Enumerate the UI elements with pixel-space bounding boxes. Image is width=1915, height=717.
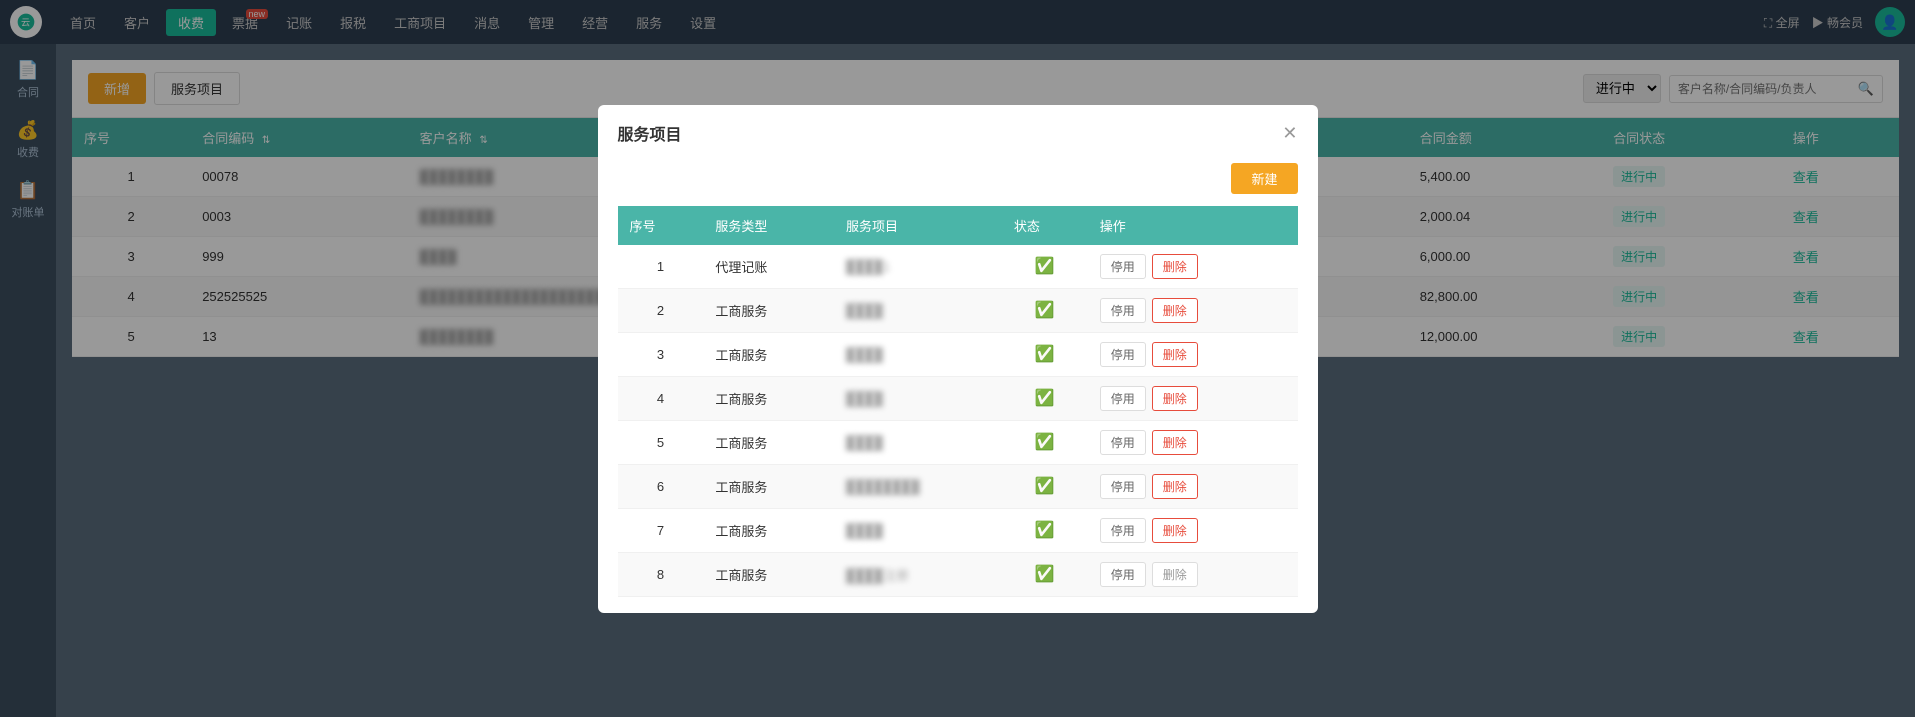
modal-col-item: 服务项目 xyxy=(834,206,1002,245)
modal-cell-item: ████ xyxy=(834,420,1002,464)
modal-cell-status: ✅ xyxy=(1002,288,1088,332)
modal-col-type: 服务类型 xyxy=(703,206,834,245)
modal-cell-status: ✅ xyxy=(1002,332,1088,376)
delete-button[interactable]: 删除 xyxy=(1152,518,1198,543)
modal-cell-type: 工商服务 xyxy=(703,464,834,508)
modal-table-row: 8 工商服务 ████注册 ✅ 停用 删除 xyxy=(618,552,1298,596)
modal-cell-actions: 停用 删除 xyxy=(1088,552,1298,596)
modal-table-row: 7 工商服务 ████ ✅ 停用 删除 xyxy=(618,508,1298,552)
modal-cell-item: ████ xyxy=(834,288,1002,332)
modal-cell-seq: 1 xyxy=(618,245,704,289)
modal-cell-seq: 8 xyxy=(618,552,704,596)
delete-button[interactable]: 删除 xyxy=(1152,298,1198,323)
modal-cell-status: ✅ xyxy=(1002,245,1088,289)
modal-cell-seq: 5 xyxy=(618,420,704,464)
modal-cell-actions: 停用 删除 xyxy=(1088,332,1298,376)
stop-button[interactable]: 停用 xyxy=(1100,430,1146,455)
modal-cell-status: ✅ xyxy=(1002,420,1088,464)
modal-table-row: 6 工商服务 ████████ ✅ 停用 删除 xyxy=(618,464,1298,508)
modal-table-row: 1 代理记账 ████1 ✅ 停用 删除 xyxy=(618,245,1298,289)
modal-cell-item: ████ xyxy=(834,508,1002,552)
modal-cell-seq: 6 xyxy=(618,464,704,508)
modal-cell-type: 工商服务 xyxy=(703,376,834,420)
modal-cell-actions: 停用 删除 xyxy=(1088,464,1298,508)
modal-table-row: 5 工商服务 ████ ✅ 停用 删除 xyxy=(618,420,1298,464)
status-check-icon: ✅ xyxy=(1035,566,1055,583)
modal-cell-actions: 停用 删除 xyxy=(1088,420,1298,464)
stop-button[interactable]: 停用 xyxy=(1100,342,1146,367)
modal-cell-seq: 7 xyxy=(618,508,704,552)
modal-toolbar: 新建 xyxy=(598,155,1318,206)
service-modal: 服务项目 ✕ 新建 序号 服务类型 服务项目 状态 xyxy=(598,105,1318,613)
delete-button[interactable]: 删除 xyxy=(1152,386,1198,411)
modal-cell-status: ✅ xyxy=(1002,552,1088,596)
modal-cell-type: 工商服务 xyxy=(703,552,834,596)
modal-table-row: 2 工商服务 ████ ✅ 停用 删除 xyxy=(618,288,1298,332)
modal-table-row: 3 工商服务 ████ ✅ 停用 删除 xyxy=(618,332,1298,376)
modal-col-action: 操作 xyxy=(1088,206,1298,245)
modal-col-seq: 序号 xyxy=(618,206,704,245)
modal-cell-item: ████1 xyxy=(834,245,1002,289)
modal-cell-type: 代理记账 xyxy=(703,245,834,289)
modal-close-button[interactable]: ✕ xyxy=(1282,124,1297,142)
modal-cell-item: ████注册 xyxy=(834,552,1002,596)
status-check-icon: ✅ xyxy=(1035,390,1055,407)
modal-cell-actions: 停用 删除 xyxy=(1088,508,1298,552)
modal-cell-seq: 4 xyxy=(618,376,704,420)
stop-button[interactable]: 停用 xyxy=(1100,518,1146,543)
main-layout: 📄 合同 💰 收费 📋 对账单 新增 服务项目 进行中 已结束 全部 xyxy=(0,44,1915,717)
modal-cell-status: ✅ xyxy=(1002,508,1088,552)
modal-cell-type: 工商服务 xyxy=(703,508,834,552)
delete-button[interactable]: 删除 xyxy=(1152,254,1198,279)
status-check-icon: ✅ xyxy=(1035,434,1055,451)
modal-cell-actions: 停用 删除 xyxy=(1088,245,1298,289)
modal-col-status: 状态 xyxy=(1002,206,1088,245)
delete-button-disabled[interactable]: 删除 xyxy=(1152,562,1198,587)
modal-cell-seq: 2 xyxy=(618,288,704,332)
modal-cell-type: 工商服务 xyxy=(703,288,834,332)
modal-cell-type: 工商服务 xyxy=(703,420,834,464)
modal-header: 服务项目 ✕ xyxy=(598,105,1318,155)
content-area: 新增 服务项目 进行中 已结束 全部 🔍 xyxy=(56,44,1915,717)
modal-cell-status: ✅ xyxy=(1002,376,1088,420)
service-table: 序号 服务类型 服务项目 状态 操作 1 代理记账 ████1 ✅ xyxy=(618,206,1298,597)
modal-cell-item: ████████ xyxy=(834,464,1002,508)
stop-button[interactable]: 停用 xyxy=(1100,298,1146,323)
stop-button[interactable]: 停用 xyxy=(1100,474,1146,499)
delete-button[interactable]: 删除 xyxy=(1152,474,1198,499)
status-check-icon: ✅ xyxy=(1035,258,1055,275)
modal-overlay[interactable]: 服务项目 ✕ 新建 序号 服务类型 服务项目 状态 xyxy=(56,44,1915,717)
delete-button[interactable]: 删除 xyxy=(1152,342,1198,367)
status-check-icon: ✅ xyxy=(1035,302,1055,319)
modal-new-button[interactable]: 新建 xyxy=(1231,163,1297,194)
modal-cell-actions: 停用 删除 xyxy=(1088,376,1298,420)
modal-title: 服务项目 xyxy=(618,121,682,145)
stop-button[interactable]: 停用 xyxy=(1100,386,1146,411)
modal-cell-status: ✅ xyxy=(1002,464,1088,508)
modal-cell-type: 工商服务 xyxy=(703,332,834,376)
modal-cell-seq: 3 xyxy=(618,332,704,376)
stop-button[interactable]: 停用 xyxy=(1100,254,1146,279)
modal-cell-actions: 停用 删除 xyxy=(1088,288,1298,332)
delete-button[interactable]: 删除 xyxy=(1152,430,1198,455)
modal-table-row: 4 工商服务 ████ ✅ 停用 删除 xyxy=(618,376,1298,420)
status-check-icon: ✅ xyxy=(1035,522,1055,539)
modal-cell-item: ████ xyxy=(834,376,1002,420)
status-check-icon: ✅ xyxy=(1035,346,1055,363)
modal-cell-item: ████ xyxy=(834,332,1002,376)
status-check-icon: ✅ xyxy=(1035,478,1055,495)
stop-button[interactable]: 停用 xyxy=(1100,562,1146,587)
modal-body: 序号 服务类型 服务项目 状态 操作 1 代理记账 ████1 ✅ xyxy=(598,206,1318,613)
